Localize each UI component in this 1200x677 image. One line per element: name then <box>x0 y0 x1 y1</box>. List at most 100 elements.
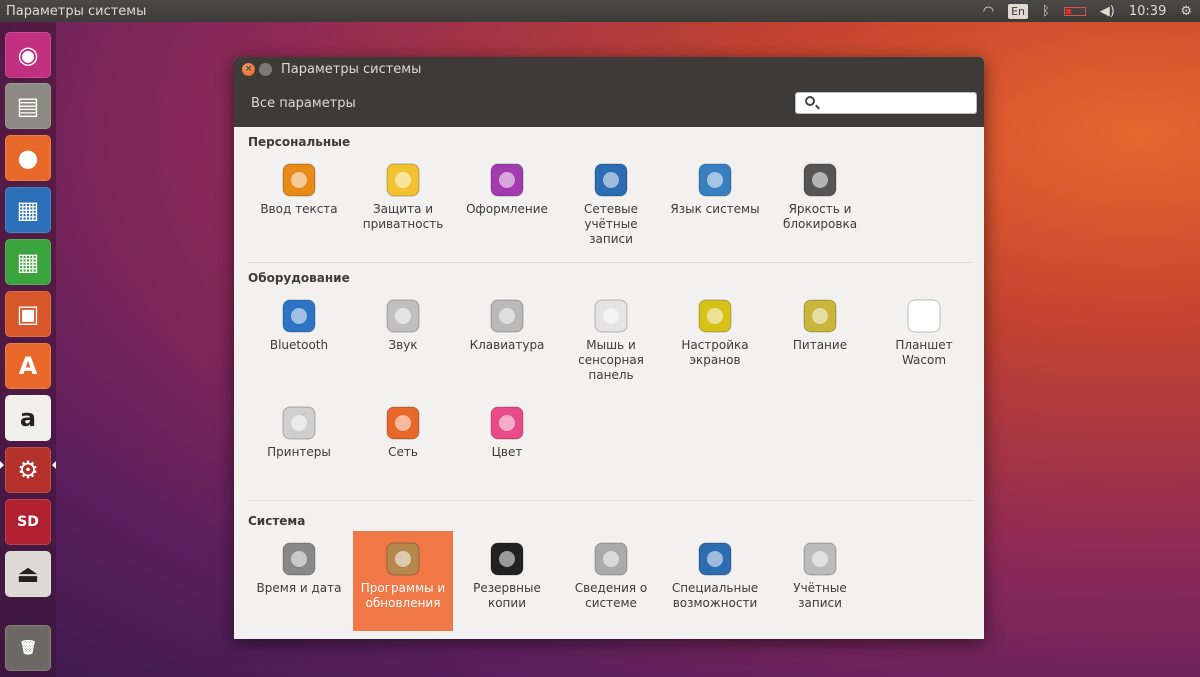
settings-item-label: Настройка экранов <box>681 338 749 367</box>
settings-item[interactable]: Цвет <box>457 395 557 495</box>
search-input[interactable] <box>822 94 972 112</box>
keyboard-layout-icon <box>279 160 319 200</box>
settings-window: × Параметры системы Все параметры Персон… <box>234 57 984 639</box>
settings-item-label: Bluetooth <box>269 338 329 352</box>
settings-item-label: Мышь и сенсорная панель <box>578 338 644 382</box>
volume-icon[interactable]: ◀) <box>1100 4 1115 19</box>
wifi-icon[interactable]: ◠ <box>983 4 994 19</box>
window-title: Параметры системы <box>281 62 422 77</box>
power-icon <box>800 296 840 336</box>
focused-app-indicator <box>52 461 56 469</box>
settings-item-label: Учётные записи <box>793 581 847 610</box>
section-separator <box>248 500 972 501</box>
settings-item-label: Резервные копии <box>473 581 541 610</box>
settings-item-label: Язык системы <box>670 202 760 216</box>
window-titlebar[interactable]: × Параметры системы <box>234 57 984 82</box>
impress-icon[interactable]: ▣ <box>5 291 51 337</box>
settings-item[interactable]: Резервные копии <box>457 531 557 631</box>
settings-item-label: Ввод текста <box>260 202 338 216</box>
bluetooth-indicator-icon[interactable]: ᛒ <box>1042 4 1050 19</box>
section-title: Система <box>248 514 306 528</box>
color-icon <box>487 403 527 443</box>
brightness-lock-icon <box>800 160 840 200</box>
network-icon <box>383 403 423 443</box>
settings-item[interactable]: Специальные возможности <box>665 531 765 631</box>
amazon-icon[interactable]: a <box>5 395 51 441</box>
settings-item[interactable]: Настройка экранов <box>665 288 765 388</box>
active-app-title: Параметры системы <box>6 3 147 19</box>
all-settings-button[interactable]: Все параметры <box>251 96 356 111</box>
language-icon <box>695 160 735 200</box>
sound-icon <box>383 296 423 336</box>
settings-item[interactable]: Планшет Wacom <box>874 288 974 388</box>
writer-icon[interactable]: ▦ <box>5 187 51 233</box>
settings-item[interactable]: Мышь и сенсорная панель <box>561 288 661 388</box>
settings-item[interactable]: Питание <box>770 288 870 388</box>
settings-item-label: Клавиатура <box>469 338 545 352</box>
settings-item-label: Планшет Wacom <box>895 338 953 367</box>
wacom-tablet-icon <box>904 296 944 336</box>
settings-item[interactable]: Язык системы <box>665 152 765 252</box>
settings-item-label: Оформление <box>466 202 548 216</box>
settings-item[interactable]: Принтеры <box>249 395 349 495</box>
settings-item[interactable]: Сетевые учётные записи <box>561 152 661 252</box>
window-toolbar: Все параметры <box>234 82 984 127</box>
display-icon <box>695 296 735 336</box>
backup-icon <box>487 539 527 579</box>
settings-item[interactable]: Сведения о системе <box>561 531 661 631</box>
settings-item[interactable]: Ввод текста <box>249 152 349 252</box>
minimize-window-button[interactable] <box>259 63 272 76</box>
settings-item[interactable]: Клавиатура <box>457 288 557 388</box>
software-updates-icon <box>383 539 423 579</box>
settings-item[interactable]: Сеть <box>353 395 453 495</box>
firefox-icon[interactable]: ● <box>5 135 51 181</box>
system-info-icon <box>591 539 631 579</box>
trash-icon[interactable]: 🗑 <box>5 625 51 671</box>
appearance-icon <box>487 160 527 200</box>
settings-item[interactable]: Оформление <box>457 152 557 252</box>
settings-item-label: Специальные возможности <box>671 581 759 610</box>
settings-item-label: Время и дата <box>256 581 342 595</box>
indicator-tray: ◠ En ᛒ ◀) 10:39 ⚙ <box>983 0 1200 22</box>
top-panel: Параметры системы ◠ En ᛒ ◀) 10:39 ⚙ <box>0 0 1200 22</box>
settings-item[interactable]: Учётные записи <box>770 531 870 631</box>
system-settings-icon[interactable]: ⚙ <box>5 447 51 493</box>
settings-item-label: Питание <box>792 338 848 352</box>
settings-item-label: Программы и обновления <box>360 581 446 610</box>
settings-item[interactable]: Яркость и блокировка <box>770 152 870 252</box>
settings-item[interactable]: Bluetooth <box>249 288 349 388</box>
bluetooth-icon <box>279 296 319 336</box>
active-app-indicator <box>0 461 4 469</box>
settings-item[interactable]: Программы и обновления <box>353 531 453 631</box>
software-center-icon[interactable]: A <box>5 343 51 389</box>
search-icon <box>805 96 815 106</box>
privacy-icon <box>383 160 423 200</box>
close-window-button[interactable]: × <box>242 63 255 76</box>
keyboard-icon <box>487 296 527 336</box>
section-title: Персональные <box>248 135 351 149</box>
settings-item[interactable]: Звук <box>353 288 453 388</box>
settings-item[interactable]: Защита и приватность <box>353 152 453 252</box>
settings-item-label: Защита и приватность <box>362 202 444 231</box>
user-accounts-icon <box>800 539 840 579</box>
battery-icon[interactable] <box>1063 6 1086 16</box>
ubuntu-dash-icon[interactable]: ◉ <box>5 32 51 78</box>
clock-icon <box>279 539 319 579</box>
settings-item-label: Сетевые учётные записи <box>583 202 639 246</box>
clock[interactable]: 10:39 <box>1129 4 1166 19</box>
calc-icon[interactable]: ▦ <box>5 239 51 285</box>
printer-icon <box>279 403 319 443</box>
search-field[interactable] <box>795 92 977 114</box>
sd-card-icon[interactable]: SD <box>5 499 51 545</box>
settings-item-label: Звук <box>388 338 418 352</box>
launcher: ◉ ▤ ● ▦ ▦ ▣ Aa ⚙ SD ⏏ 🗑 <box>0 22 56 677</box>
online-accounts-icon <box>591 160 631 200</box>
session-gear-icon[interactable]: ⚙ <box>1180 4 1192 19</box>
keyboard-language-indicator[interactable]: En <box>1008 3 1028 19</box>
files-icon[interactable]: ▤ <box>5 83 51 129</box>
section-title: Оборудование <box>248 271 350 285</box>
accessibility-icon <box>695 539 735 579</box>
settings-item[interactable]: Время и дата <box>249 531 349 631</box>
settings-item-label: Сведения о системе <box>574 581 648 610</box>
usb-drive-icon[interactable]: ⏏ <box>5 551 51 597</box>
